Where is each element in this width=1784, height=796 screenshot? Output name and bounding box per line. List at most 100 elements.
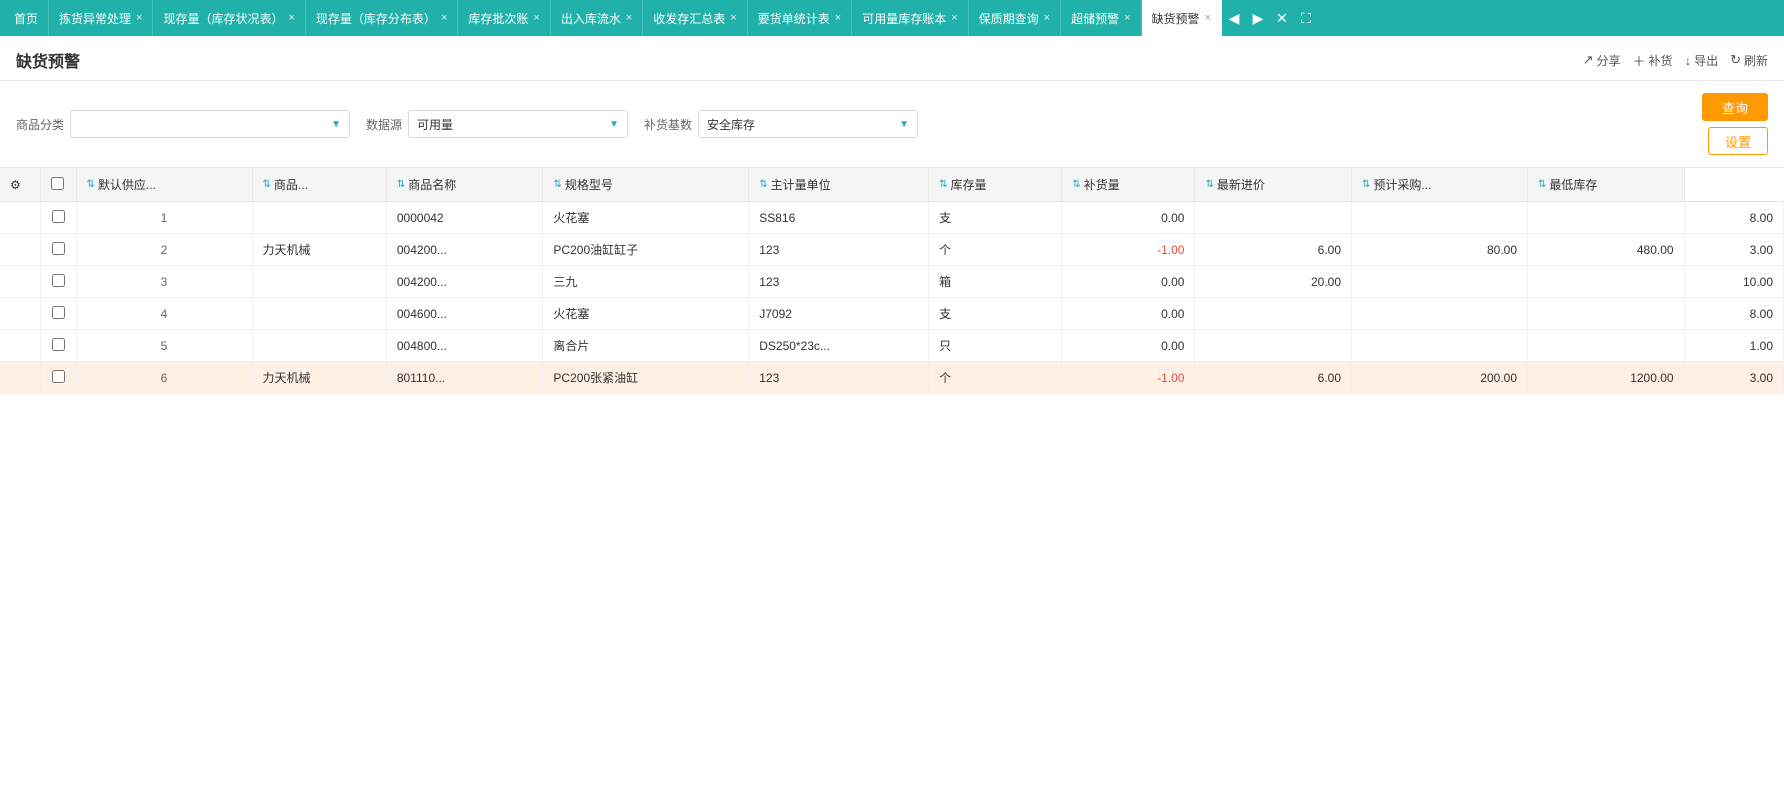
refresh-button[interactable]: ↻ 刷新 xyxy=(1730,52,1768,69)
row-settings-cell xyxy=(0,234,40,266)
tab-expiry-query[interactable]: 保质期查询 × xyxy=(969,0,1061,36)
col-product-name[interactable]: ⇅ 商品名称 xyxy=(386,168,543,202)
row-stock: -1.00 xyxy=(1062,362,1195,394)
row-product-name: 离合片 xyxy=(543,330,749,362)
row-supplier: 力天机械 xyxy=(252,234,386,266)
tab-bar: 首页 拣货异常处理 × 现存量（库存状况表） × 现存量（库存分布表） × 库存… xyxy=(0,0,1784,36)
row-checkbox-cell[interactable] xyxy=(40,330,76,362)
filter-right: 查询 设置 xyxy=(1702,93,1768,155)
row-product-code: 004200... xyxy=(386,234,543,266)
tab-expiry-query-close[interactable]: × xyxy=(1044,12,1050,24)
row-unit: 支 xyxy=(929,298,1062,330)
export-icon: ↓ xyxy=(1685,53,1692,68)
row-est-purchase xyxy=(1528,266,1685,298)
row-product-name: 火花塞 xyxy=(543,202,749,234)
row-est-purchase xyxy=(1528,202,1685,234)
tab-home[interactable]: 首页 xyxy=(4,0,49,36)
row-checkbox[interactable] xyxy=(52,242,65,255)
col-replenish-qty[interactable]: ⇅ 补货量 xyxy=(1062,168,1195,202)
tab-overstock[interactable]: 超储预警 × xyxy=(1061,0,1141,36)
tab-batch-account[interactable]: 库存批次账 × xyxy=(458,0,550,36)
row-product-name: PC200油缸缸子 xyxy=(543,234,749,266)
tab-collect-summary[interactable]: 收发存汇总表 × xyxy=(643,0,747,36)
row-unit: 箱 xyxy=(929,266,1062,298)
tab-inventory-status-close[interactable]: × xyxy=(288,12,294,24)
row-min-stock: 8.00 xyxy=(1684,202,1783,234)
col-spec[interactable]: ⇅ 规格型号 xyxy=(543,168,749,202)
row-checkbox-cell[interactable] xyxy=(40,298,76,330)
col-latest-price[interactable]: ⇅ 最新进价 xyxy=(1195,168,1352,202)
replenish-base-label: 补货基数 xyxy=(644,116,692,133)
row-replenish-qty xyxy=(1195,298,1352,330)
tab-abnormal-close[interactable]: × xyxy=(136,12,142,24)
unit-sort-icon: ⇅ xyxy=(759,179,767,190)
latest-price-sort-icon: ⇅ xyxy=(1205,179,1213,190)
row-checkbox[interactable] xyxy=(52,306,65,319)
row-checkbox[interactable] xyxy=(52,338,65,351)
col-min-stock[interactable]: ⇅ 最低库存 xyxy=(1528,168,1685,202)
tab-shortage[interactable]: 缺货预警 × xyxy=(1142,0,1222,36)
tab-fullscreen-button[interactable]: ⛶ xyxy=(1294,0,1318,36)
tab-order-stats-close[interactable]: × xyxy=(835,12,841,24)
row-spec: DS250*23c... xyxy=(749,330,929,362)
tab-inout-flow[interactable]: 出入库流水 × xyxy=(551,0,643,36)
col-supplier[interactable]: ⇅ 默认供应... xyxy=(76,168,252,202)
row-checkbox-cell[interactable] xyxy=(40,234,76,266)
stock-sort-icon: ⇅ xyxy=(939,179,947,190)
tab-overstock-close[interactable]: × xyxy=(1124,12,1130,24)
col-unit[interactable]: ⇅ 主计量单位 xyxy=(749,168,929,202)
tab-available-ledger[interactable]: 可用量库存账本 × xyxy=(852,0,968,36)
row-checkbox-cell[interactable] xyxy=(40,266,76,298)
tab-order-stats[interactable]: 要货单统计表 × xyxy=(748,0,852,36)
tab-shortage-close[interactable]: × xyxy=(1205,12,1211,24)
col-settings[interactable]: ⚙ xyxy=(0,168,40,202)
row-checkbox[interactable] xyxy=(52,370,65,383)
tab-abnormal[interactable]: 拣货异常处理 × xyxy=(49,0,153,36)
row-checkbox[interactable] xyxy=(52,210,65,223)
row-settings-cell xyxy=(0,330,40,362)
row-stock: 0.00 xyxy=(1062,202,1195,234)
row-product-code: 004800... xyxy=(386,330,543,362)
tab-next-button[interactable]: ▶ xyxy=(1246,0,1270,36)
tab-prev-button[interactable]: ◀ xyxy=(1222,0,1246,36)
select-all-checkbox[interactable] xyxy=(51,177,64,190)
tab-inventory-status[interactable]: 现存量（库存状况表） × xyxy=(153,0,305,36)
table-row: 4 004600... 火花塞 J7092 支 0.00 8.00 xyxy=(0,298,1784,330)
col-stock[interactable]: ⇅ 库存量 xyxy=(929,168,1062,202)
row-latest-price xyxy=(1352,266,1528,298)
replenish-button[interactable]: ＋ 补货 xyxy=(1633,51,1673,70)
table-row: 6 力天机械 801110... PC200张紧油缸 123 个 -1.00 6… xyxy=(0,362,1784,394)
query-button[interactable]: 查询 xyxy=(1702,93,1768,121)
tab-close-button[interactable]: ✕ xyxy=(1270,0,1294,36)
row-checkbox[interactable] xyxy=(52,274,65,287)
tab-inventory-dist[interactable]: 现存量（库存分布表） × xyxy=(306,0,458,36)
row-replenish-qty: 6.00 xyxy=(1195,362,1352,394)
row-replenish-qty: 20.00 xyxy=(1195,266,1352,298)
settings-button[interactable]: 设置 xyxy=(1708,127,1768,155)
refresh-icon: ↻ xyxy=(1730,52,1741,68)
row-checkbox-cell[interactable] xyxy=(40,362,76,394)
row-min-stock: 1.00 xyxy=(1684,330,1783,362)
datasource-select[interactable]: 可用量 ▼ xyxy=(408,110,628,138)
row-checkbox-cell[interactable] xyxy=(40,202,76,234)
table-row: 5 004800... 离合片 DS250*23c... 只 0.00 1.00 xyxy=(0,330,1784,362)
tab-available-ledger-close[interactable]: × xyxy=(951,12,957,24)
row-settings-cell xyxy=(0,202,40,234)
col-product-code[interactable]: ⇅ 商品... xyxy=(252,168,386,202)
replenish-base-select[interactable]: 安全库存 ▼ xyxy=(698,110,918,138)
tab-batch-account-close[interactable]: × xyxy=(533,12,539,24)
col-checkbox xyxy=(40,168,76,202)
tab-inout-flow-close[interactable]: × xyxy=(626,12,632,24)
row-latest-price: 80.00 xyxy=(1352,234,1528,266)
datasource-label: 数据源 xyxy=(366,116,402,133)
tab-inventory-dist-close[interactable]: × xyxy=(441,12,447,24)
replenish-base-arrow-icon: ▼ xyxy=(899,119,909,130)
col-est-purchase[interactable]: ⇅ 预计采购... xyxy=(1352,168,1528,202)
est-purchase-sort-icon: ⇅ xyxy=(1362,179,1370,190)
share-button[interactable]: ↗ 分享 xyxy=(1583,52,1621,69)
export-button[interactable]: ↓ 导出 xyxy=(1685,52,1719,69)
tab-collect-summary-close[interactable]: × xyxy=(730,12,736,24)
header-actions: ↗ 分享 ＋ 补货 ↓ 导出 ↻ 刷新 xyxy=(1583,51,1768,70)
row-product-code: 801110... xyxy=(386,362,543,394)
category-select[interactable]: ▼ xyxy=(70,110,350,138)
